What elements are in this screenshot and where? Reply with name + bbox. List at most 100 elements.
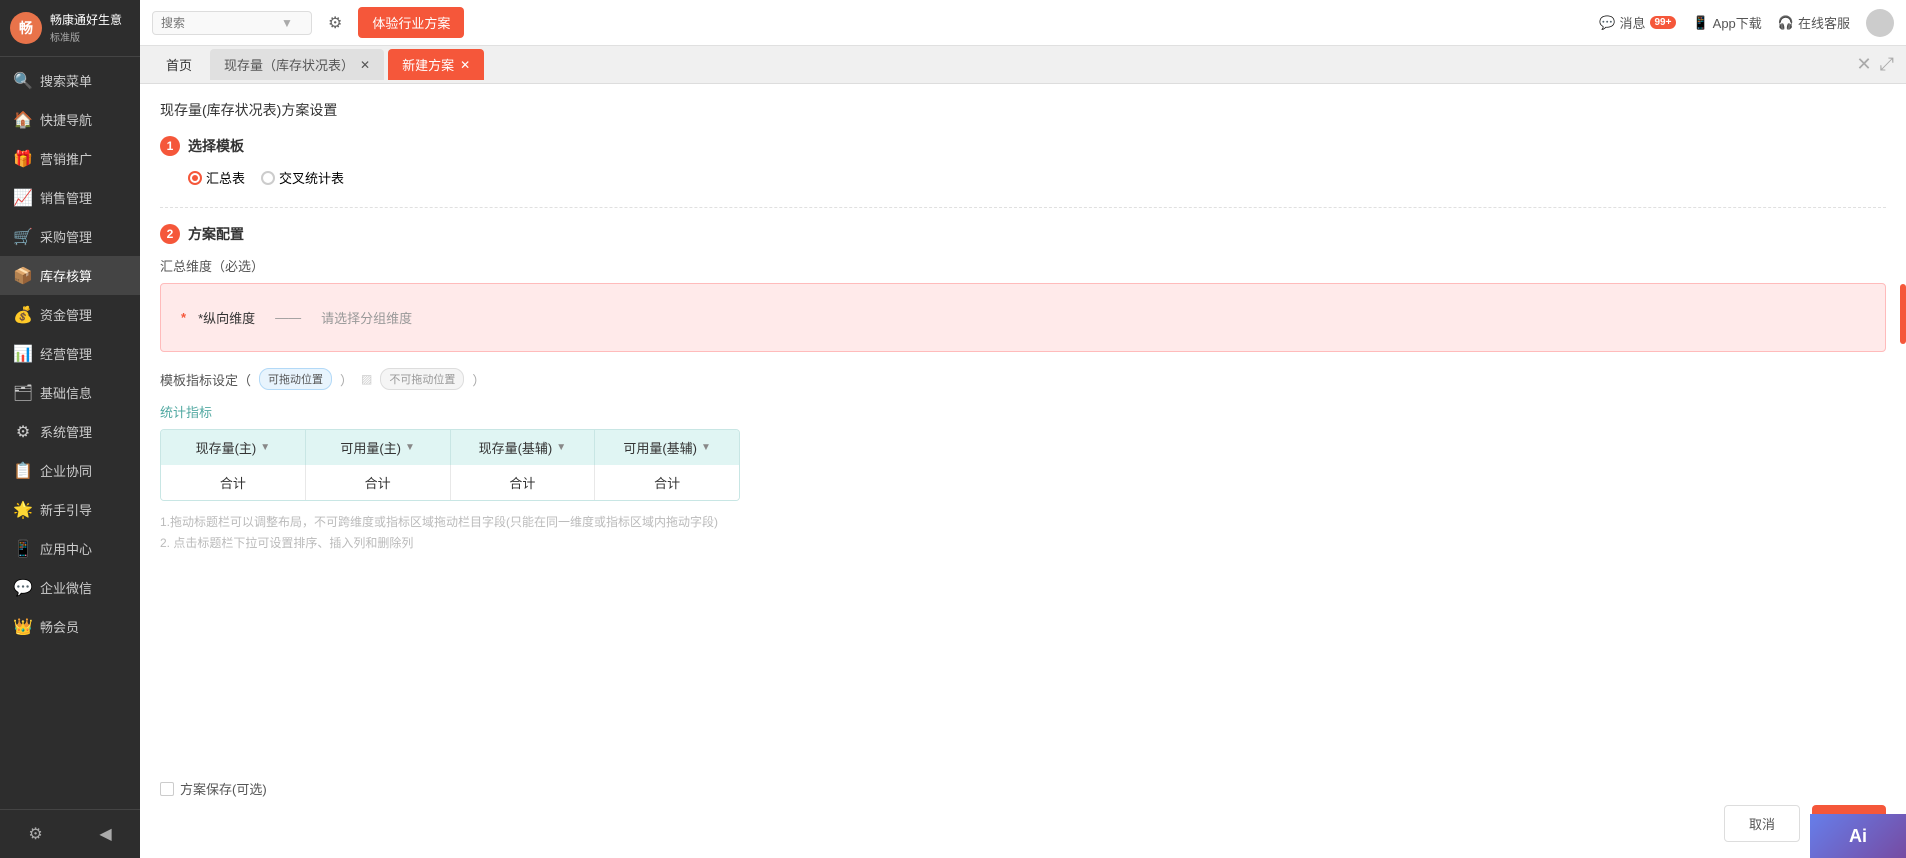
topbar-right: 💬 消息 99+ 📱 App下载 🎧 在线客服	[1599, 9, 1894, 37]
sidebar-item-wechat-label: 企业微信	[40, 578, 92, 597]
customer-service-item[interactable]: 🎧 在线客服	[1778, 13, 1850, 32]
topbar: ▼ ⚙ 体验行业方案 💬 消息 99+ 📱 App下载 🎧 在线客服	[140, 0, 1906, 46]
logo-icon: 畅	[10, 12, 42, 44]
dimension-placeholder: 请选择分组维度	[321, 308, 412, 327]
tab-inventory-close[interactable]: ✕	[360, 58, 370, 72]
col-header-0: 现存量(主) ▼	[161, 430, 306, 465]
close-panel-icon[interactable]: ✕	[1857, 54, 1872, 75]
app-download-item[interactable]: 📱 App下载	[1692, 13, 1761, 32]
sidebar-item-wechat[interactable]: 💬 企业微信	[0, 568, 140, 607]
indicator-settings-close-paren: ）	[472, 370, 485, 389]
section-config: 2 方案配置 汇总维度（必选） * *纵向维度 —— 请选择分组维度 模板指标设…	[160, 207, 1886, 551]
tabs-bar: 首页 现存量（库存状况表） ✕ 新建方案 ✕ ✕ ⤢	[140, 46, 1906, 84]
sidebar-item-member-label: 畅会员	[40, 617, 79, 636]
stats-table-header: 现存量(主) ▼ 可用量(主) ▼ 现存量(基辅) ▼ 可用量(基辅)	[161, 430, 739, 465]
collapse-bottom-btn[interactable]: ◀	[93, 818, 117, 850]
quicknav-icon: 🏠	[14, 111, 32, 129]
sidebar-item-purchase-label: 采购管理	[40, 227, 92, 246]
sidebar-item-basic[interactable]: 🗂 基础信息	[0, 373, 140, 412]
sidebar-item-member[interactable]: 👑 畅会员	[0, 607, 140, 646]
sidebar-item-sales-label: 销售管理	[40, 188, 92, 207]
message-icon: 💬	[1599, 15, 1615, 31]
sidebar-item-quicknav-label: 快捷导航	[40, 110, 92, 129]
search-box[interactable]: ▼	[152, 11, 312, 35]
col-label-3: 可用量(基辅)	[623, 438, 697, 457]
non-draggable-badge: 不可拖动位置	[380, 368, 464, 390]
sidebar-item-contract-label: 企业协同	[40, 461, 92, 480]
col-label-1: 可用量(主)	[340, 438, 401, 457]
sidebar-item-newbie[interactable]: 🌟 新手引导	[0, 490, 140, 529]
tip1: 1.拖动标题栏可以调整布局，不可跨维度或指标区域拖动栏目字段(只能在同一维度或指…	[160, 513, 1886, 530]
tab-new-scheme[interactable]: 新建方案 ✕	[388, 49, 484, 80]
sidebar-item-contract[interactable]: 📋 企业协同	[0, 451, 140, 490]
stats-section: 统计指标 现存量(主) ▼ 可用量(主) ▼ 现存量(基辅)	[160, 402, 1886, 501]
sidebar-item-quicknav[interactable]: 🏠 快捷导航	[0, 100, 140, 139]
dimension-label: 汇总维度（必选）	[160, 256, 1886, 275]
ai-badge[interactable]: Ai	[1810, 814, 1906, 858]
settings-bottom-btn[interactable]: ⚙	[22, 818, 48, 850]
cell-3: 合计	[595, 465, 739, 500]
cancel-button[interactable]: 取消	[1724, 805, 1800, 842]
app-download-label: App下载	[1713, 13, 1762, 32]
settings-icon[interactable]: ⚙	[328, 13, 342, 33]
col-label-2: 现存量(基辅)	[479, 438, 553, 457]
message-label: 消息	[1619, 13, 1645, 32]
search-dropdown-icon[interactable]: ▼	[281, 16, 293, 30]
sidebar-item-system-label: 系统管理	[40, 422, 92, 441]
save-option: 方案保存(可选)	[160, 779, 267, 798]
sidebar: 畅 畅康通好生意 标准版 🔍 搜索菜单 🏠 快捷导航 🎁 营销推广 📈 销售管理…	[0, 0, 140, 858]
section1-header: 1 选择模板	[160, 136, 1886, 156]
tip2: 2. 点击标题栏下拉可设置排序、插入列和删除列	[160, 534, 1886, 551]
sidebar-logo: 畅 畅康通好生意 标准版	[0, 0, 140, 57]
indicator-label: 模板指标设定（ 可拖动位置 ） ▨ 不可拖动位置 ）	[160, 368, 1886, 390]
col-label-0: 现存量(主)	[196, 438, 257, 457]
save-checkbox[interactable]	[160, 782, 174, 796]
option-summary[interactable]: 汇总表	[188, 168, 245, 187]
tab-inventory-label: 现存量（库存状况表）	[224, 55, 354, 74]
sidebar-item-finance-label: 资金管理	[40, 305, 92, 324]
option-summary-label: 汇总表	[206, 168, 245, 187]
save-option-label: 方案保存(可选)	[180, 779, 267, 798]
app-edition: 标准版	[50, 29, 122, 44]
col-chevron-1[interactable]: ▼	[405, 442, 415, 453]
col-chevron-3[interactable]: ▼	[701, 442, 711, 453]
radio-crosstab[interactable]	[261, 171, 275, 185]
option-crosstab-label: 交叉统计表	[279, 168, 344, 187]
message-item[interactable]: 💬 消息 99+	[1599, 13, 1676, 32]
topbar-left: ▼ ⚙ 体验行业方案	[152, 7, 464, 38]
system-icon: ⚙	[14, 423, 32, 441]
phone-icon: 📱	[1692, 15, 1708, 31]
member-icon: 👑	[14, 618, 32, 636]
search-input[interactable]	[161, 16, 281, 30]
tab-inventory[interactable]: 现存量（库存状况表） ✕	[210, 49, 384, 80]
col-chevron-2[interactable]: ▼	[556, 442, 566, 453]
tab-home[interactable]: 首页	[152, 49, 206, 80]
right-scroll-indicator[interactable]	[1900, 284, 1906, 344]
sidebar-item-inventory-label: 库存核算	[40, 266, 92, 285]
sidebar-item-system[interactable]: ⚙ 系统管理	[0, 412, 140, 451]
user-avatar[interactable]	[1866, 9, 1894, 37]
tab-new-scheme-close[interactable]: ✕	[460, 58, 470, 72]
sidebar-item-finance[interactable]: 💰 资金管理	[0, 295, 140, 334]
sidebar-item-basic-label: 基础信息	[40, 383, 92, 402]
inventory-icon: 📦	[14, 267, 32, 285]
trial-button[interactable]: 体验行业方案	[358, 7, 464, 38]
sidebar-item-appcenter[interactable]: 📱 应用中心	[0, 529, 140, 568]
sidebar-item-sales[interactable]: 📈 销售管理	[0, 178, 140, 217]
dimension-separator: ——	[275, 310, 301, 325]
sidebar-item-search[interactable]: 🔍 搜索菜单	[0, 61, 140, 100]
section2-header: 2 方案配置	[160, 224, 1886, 244]
col-chevron-0[interactable]: ▼	[260, 442, 270, 453]
indicator-label-text: 模板指标设定（	[160, 370, 251, 389]
radio-summary[interactable]	[188, 171, 202, 185]
customer-service-label: 在线客服	[1798, 13, 1850, 32]
sidebar-item-management[interactable]: 📊 经营管理	[0, 334, 140, 373]
sidebar-item-marketing-label: 营销推广	[40, 149, 92, 168]
col-header-3: 可用量(基辅) ▼	[595, 430, 739, 465]
dimension-required-marker: *	[181, 310, 186, 325]
expand-icon[interactable]: ⤢	[1880, 54, 1894, 75]
sidebar-item-marketing[interactable]: 🎁 营销推广	[0, 139, 140, 178]
sidebar-item-purchase[interactable]: 🛒 采购管理	[0, 217, 140, 256]
sidebar-item-inventory[interactable]: 📦 库存核算	[0, 256, 140, 295]
option-crosstab[interactable]: 交叉统计表	[261, 168, 344, 187]
